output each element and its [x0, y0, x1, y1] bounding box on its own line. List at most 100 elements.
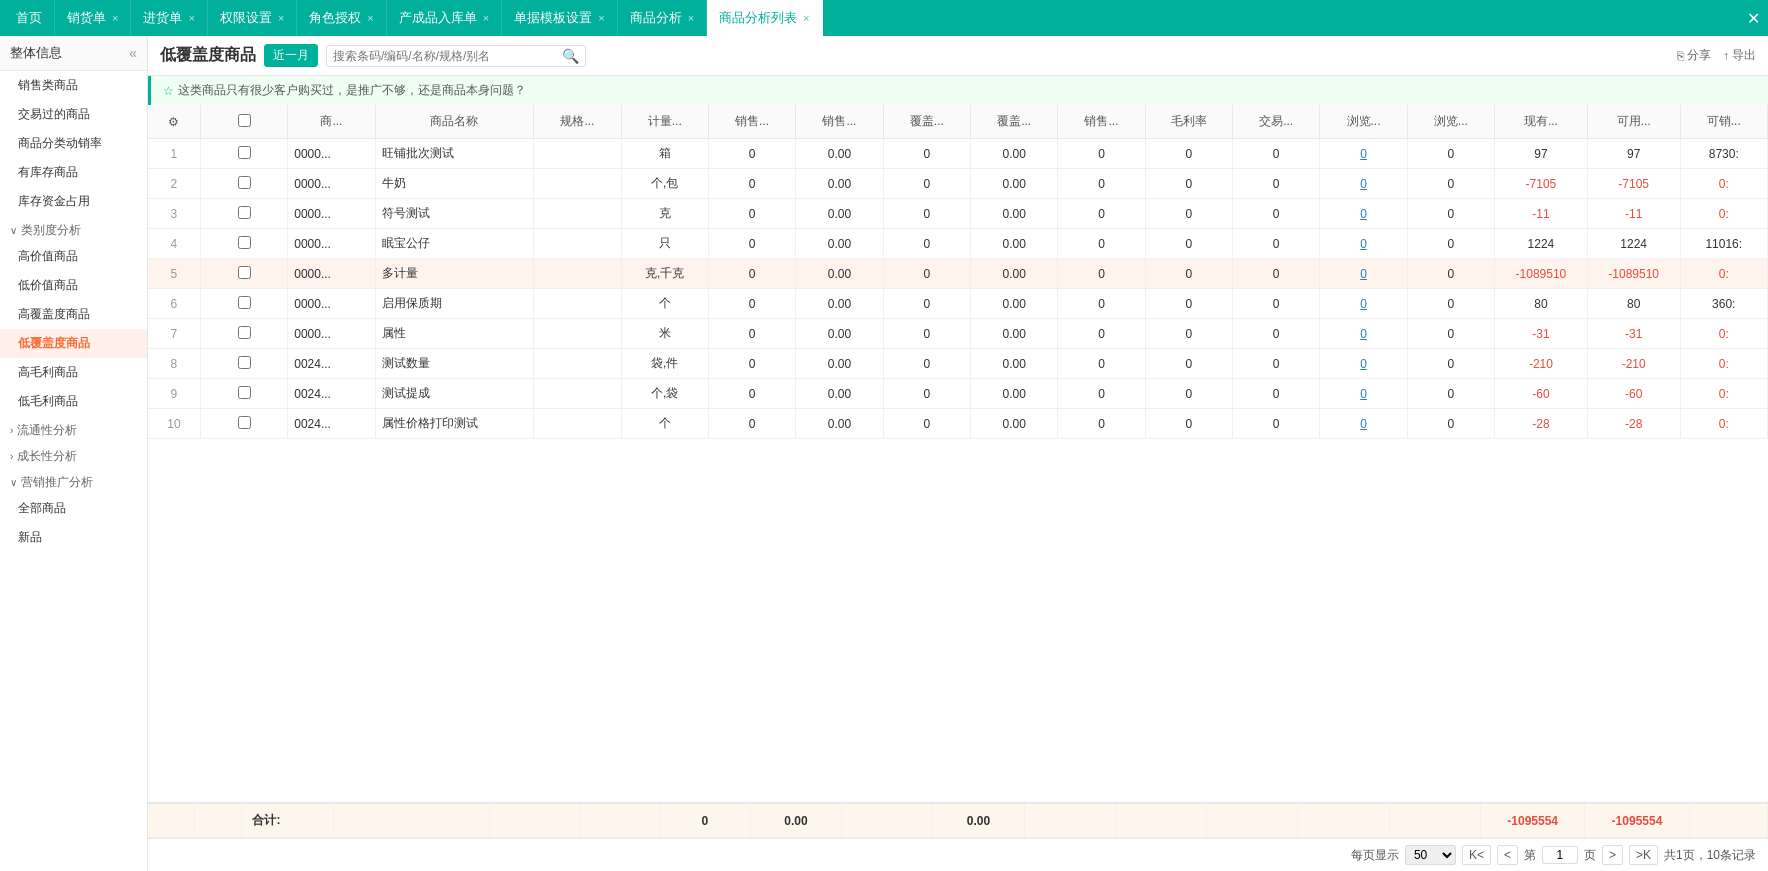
row-checkbox[interactable]	[200, 199, 287, 229]
close-icon[interactable]: ×	[688, 12, 694, 24]
sidebar-collapse-button[interactable]: «	[129, 45, 137, 61]
row-checkbox[interactable]	[200, 319, 287, 349]
nav-tab-permission[interactable]: 权限设置 ×	[208, 0, 297, 36]
close-icon[interactable]: ×	[188, 12, 194, 24]
sidebar-item-high-value[interactable]: 高价值商品	[0, 242, 147, 271]
col-browse1[interactable]: 浏览...	[1320, 105, 1407, 139]
row-browse1[interactable]: 0	[1320, 199, 1407, 229]
row-browse1[interactable]: 0	[1320, 319, 1407, 349]
export-button[interactable]: ↑ 导出	[1723, 47, 1756, 64]
sidebar-item-low-margin[interactable]: 低毛利商品	[0, 387, 147, 416]
sidebar-group-marketing[interactable]: ∨ 营销推广分析	[0, 468, 147, 494]
row-select-checkbox[interactable]	[238, 206, 251, 219]
prev-page-button[interactable]: <	[1497, 845, 1518, 865]
row-checkbox[interactable]	[200, 379, 287, 409]
row-browse1[interactable]: 0	[1320, 259, 1407, 289]
sidebar-item-low-value[interactable]: 低价值商品	[0, 271, 147, 300]
nav-tab-template[interactable]: 单据模板设置 ×	[502, 0, 617, 36]
row-browse1[interactable]: 0	[1320, 349, 1407, 379]
col-stock3[interactable]: 可销...	[1680, 105, 1767, 139]
col-gear[interactable]: ⚙	[148, 105, 200, 139]
page-number-input[interactable]	[1542, 846, 1578, 864]
sidebar-group-category[interactable]: ∨ 类别度分析	[0, 216, 147, 242]
nav-tab-role[interactable]: 角色授权 ×	[297, 0, 386, 36]
nav-tab-analysis-list[interactable]: 商品分析列表 ×	[707, 0, 822, 36]
next-page-button[interactable]: >	[1602, 845, 1623, 865]
sidebar-item-sales-goods[interactable]: 销售类商品	[0, 71, 147, 100]
col-cov2[interactable]: 覆盖...	[970, 105, 1057, 139]
browse-link[interactable]: 0	[1360, 297, 1367, 311]
nav-tab-sales[interactable]: 销货单 ×	[55, 0, 131, 36]
col-sales1[interactable]: 销售...	[708, 105, 795, 139]
row-checkbox[interactable]	[200, 169, 287, 199]
col-trade[interactable]: 交易...	[1233, 105, 1320, 139]
browse-link[interactable]: 0	[1360, 357, 1367, 371]
sidebar-item-traded-goods[interactable]: 交易过的商品	[0, 100, 147, 129]
col-stock1[interactable]: 现有...	[1495, 105, 1588, 139]
col-sales3[interactable]: 销售...	[1058, 105, 1145, 139]
period-button-month[interactable]: 近一月	[264, 44, 318, 67]
nav-tab-home[interactable]: 首页	[4, 0, 55, 36]
sidebar-group-growth[interactable]: › 成长性分析	[0, 442, 147, 468]
row-browse1[interactable]: 0	[1320, 379, 1407, 409]
col-name[interactable]: 商品名称	[375, 105, 534, 139]
row-select-checkbox[interactable]	[238, 236, 251, 249]
sidebar-item-high-margin[interactable]: 高毛利商品	[0, 358, 147, 387]
nav-tab-purchase[interactable]: 进货单 ×	[131, 0, 207, 36]
browse-link[interactable]: 0	[1360, 267, 1367, 281]
close-icon[interactable]: ×	[483, 12, 489, 24]
search-input[interactable]	[333, 49, 562, 63]
browse-link[interactable]: 0	[1360, 327, 1367, 341]
browse-link[interactable]: 0	[1360, 207, 1367, 221]
sidebar-item-new-goods[interactable]: 新品	[0, 523, 147, 552]
sidebar-item-all-goods[interactable]: 全部商品	[0, 494, 147, 523]
col-code[interactable]: 商...	[288, 105, 375, 139]
sidebar-group-flow[interactable]: › 流通性分析	[0, 416, 147, 442]
browse-link[interactable]: 0	[1360, 147, 1367, 161]
row-checkbox[interactable]	[200, 289, 287, 319]
close-icon[interactable]: ×	[803, 12, 809, 24]
row-browse1[interactable]: 0	[1320, 169, 1407, 199]
col-checkbox[interactable]	[200, 105, 287, 139]
sidebar-item-in-stock[interactable]: 有库存商品	[0, 158, 147, 187]
nav-tab-production[interactable]: 产成品入库单 ×	[387, 0, 502, 36]
row-browse1[interactable]: 0	[1320, 229, 1407, 259]
first-page-button[interactable]: K<	[1462, 845, 1491, 865]
close-icon[interactable]: ×	[112, 12, 118, 24]
col-browse2[interactable]: 浏览...	[1407, 105, 1494, 139]
row-checkbox[interactable]	[200, 349, 287, 379]
row-browse1[interactable]: 0	[1320, 289, 1407, 319]
last-page-button[interactable]: >K	[1629, 845, 1658, 865]
close-icon[interactable]: ×	[598, 12, 604, 24]
row-select-checkbox[interactable]	[238, 326, 251, 339]
row-select-checkbox[interactable]	[238, 386, 251, 399]
col-stock2[interactable]: 可用...	[1587, 105, 1680, 139]
page-size-select[interactable]: 50 100 200	[1405, 845, 1456, 865]
sidebar-item-stock-capital[interactable]: 库存资金占用	[0, 187, 147, 216]
table-container[interactable]: ⚙ 商... 商品名称 规格... 计量... 销售... 销售... 覆盖..…	[148, 105, 1768, 802]
col-sales2[interactable]: 销售...	[796, 105, 883, 139]
row-checkbox[interactable]	[200, 259, 287, 289]
share-button[interactable]: ⎘ 分享	[1677, 47, 1711, 64]
browse-link[interactable]: 0	[1360, 177, 1367, 191]
row-checkbox[interactable]	[200, 229, 287, 259]
sidebar-item-low-coverage[interactable]: 低覆盖度商品	[0, 329, 147, 358]
sidebar-item-high-coverage[interactable]: 高覆盖度商品	[0, 300, 147, 329]
row-browse1[interactable]: 0	[1320, 139, 1407, 169]
row-checkbox[interactable]	[200, 139, 287, 169]
browse-link[interactable]: 0	[1360, 417, 1367, 431]
col-spec[interactable]: 规格...	[534, 105, 621, 139]
col-unit[interactable]: 计量...	[621, 105, 708, 139]
browse-link[interactable]: 0	[1360, 237, 1367, 251]
row-select-checkbox[interactable]	[238, 296, 251, 309]
sidebar-item-category-rate[interactable]: 商品分类动销率	[0, 129, 147, 158]
nav-tab-analysis[interactable]: 商品分析 ×	[618, 0, 707, 36]
close-icon[interactable]: ×	[367, 12, 373, 24]
window-close-button[interactable]: ✕	[1747, 9, 1760, 28]
row-select-checkbox[interactable]	[238, 356, 251, 369]
search-icon[interactable]: 🔍	[562, 48, 579, 64]
row-select-checkbox[interactable]	[238, 416, 251, 429]
row-select-checkbox[interactable]	[238, 146, 251, 159]
row-select-checkbox[interactable]	[238, 266, 251, 279]
browse-link[interactable]: 0	[1360, 387, 1367, 401]
